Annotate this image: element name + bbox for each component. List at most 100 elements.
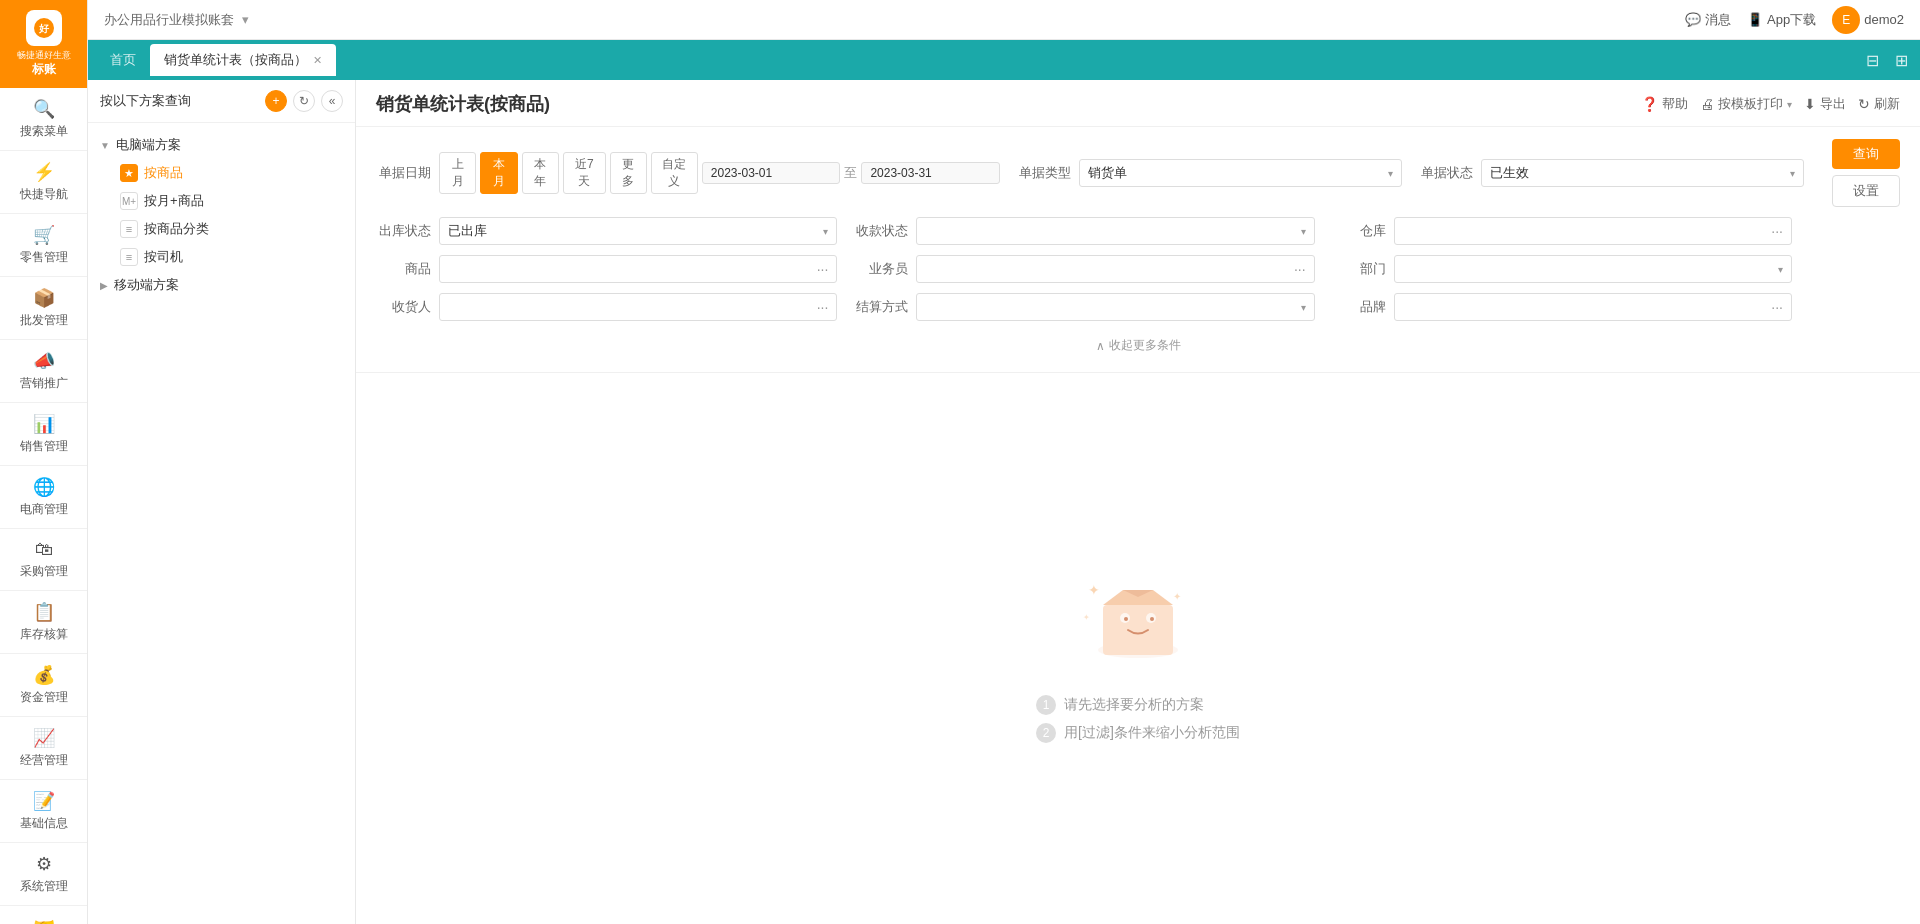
date-btn-this-month[interactable]: 本月 [480, 152, 517, 194]
warehouse-input[interactable]: ··· [1394, 217, 1792, 245]
settle-arrow [1301, 302, 1306, 313]
tab-maximize-btn[interactable]: ⊞ [1891, 47, 1912, 74]
recipient-dots[interactable]: ··· [817, 299, 829, 315]
collapse-up-icon: ∧ [1096, 339, 1105, 353]
scheme-icon-by-month-goods: M+ [120, 192, 138, 210]
sidebar-item-inventory[interactable]: 📋 库存核算 [0, 591, 87, 654]
recipient-input[interactable]: ··· [439, 293, 837, 321]
user-profile[interactable]: E demo2 [1832, 6, 1904, 34]
svg-text:✦: ✦ [1083, 613, 1090, 622]
help-btn[interactable]: ❓ 帮助 [1641, 95, 1688, 113]
hint-num-2: 2 [1036, 723, 1056, 743]
salesperson-input[interactable]: ··· [916, 255, 1314, 283]
print-icon: 🖨 [1700, 96, 1714, 112]
tab-close-icon[interactable]: ✕ [313, 54, 322, 67]
refresh-icon: ↻ [1858, 96, 1870, 112]
sidebar-item-wholesale[interactable]: 📦 批发管理 [0, 277, 87, 340]
tree-node-pc[interactable]: ▼ 电脑端方案 [88, 131, 355, 159]
brand-dots[interactable]: ··· [1771, 299, 1783, 315]
date-to-input[interactable] [861, 162, 1000, 184]
tab-sales-stats[interactable]: 销货单统计表（按商品） ✕ [150, 44, 336, 76]
collect-status-select[interactable] [916, 217, 1314, 245]
date-separator: 至 [844, 164, 857, 182]
sidebar-item-marketing[interactable]: 📣 营销推广 [0, 340, 87, 403]
filter-out-status: 出库状态 已出库 [376, 217, 837, 245]
tab-restore-btn[interactable]: ⊟ [1862, 47, 1883, 74]
dept-select[interactable] [1394, 255, 1792, 283]
filter-doc-type: 单据类型 销货单 [1016, 159, 1402, 187]
app-download-btn[interactable]: 📱 App下载 [1747, 11, 1816, 29]
page-header: 销货单统计表(按商品) ❓ 帮助 🖨 按模板打印 ▾ ⬇ 导出 [356, 80, 1920, 127]
doc-status-select[interactable]: 已生效 [1481, 159, 1804, 187]
dept-arrow [1778, 264, 1783, 275]
sidebar-item-search[interactable]: 🔍 搜索菜单 [0, 88, 87, 151]
collapse-panel-btn[interactable]: « [321, 90, 343, 112]
warehouse-label: 仓库 [1331, 222, 1386, 240]
date-label: 单据日期 [376, 164, 431, 182]
date-range-control: 上月 本月 本年 近7天 更多 自定义 至 [439, 152, 1000, 194]
settings-btn[interactable]: 设置 [1832, 175, 1900, 207]
date-btn-last-month[interactable]: 上月 [439, 152, 476, 194]
refresh-scheme-btn[interactable]: ↻ [293, 90, 315, 112]
date-btn-this-year[interactable]: 本年 [522, 152, 559, 194]
print-btn[interactable]: 🖨 按模板打印 ▾ [1700, 95, 1792, 113]
workspace-label: 办公用品行业模拟账套 [104, 11, 234, 29]
refresh-btn[interactable]: ↻ 刷新 [1858, 95, 1900, 113]
salesperson-dots[interactable]: ··· [1294, 261, 1306, 277]
sidebar-item-basic[interactable]: 📝 基础信息 [0, 780, 87, 843]
brand-input[interactable]: ··· [1394, 293, 1792, 321]
filter-warehouse: 仓库 ··· [1331, 217, 1792, 245]
out-status-label: 出库状态 [376, 222, 431, 240]
date-from-input[interactable] [702, 162, 841, 184]
date-btn-custom[interactable]: 自定义 [651, 152, 698, 194]
doc-status-label: 单据状态 [1418, 164, 1473, 182]
filter-goods: 商品 ··· [376, 255, 837, 283]
filter-settle: 结算方式 [853, 293, 1314, 321]
sidebar-item-system[interactable]: ⚙ 系统管理 [0, 843, 87, 906]
goods-dots[interactable]: ··· [817, 261, 829, 277]
sidebar-item-purchase[interactable]: 🛍 采购管理 [0, 529, 87, 591]
tree-node-mobile[interactable]: ▶ 移动端方案 [88, 271, 355, 299]
sidebar-item-operation[interactable]: 📈 经营管理 [0, 717, 87, 780]
message-btn[interactable]: 💬 消息 [1685, 11, 1731, 29]
tab-home[interactable]: 首页 [96, 44, 150, 76]
tree-child-by-category[interactable]: ≡ 按商品分类 [108, 215, 355, 243]
filter-row-3: 商品 ··· 业务员 ··· 部门 [376, 255, 1900, 283]
svg-point-6 [1124, 617, 1128, 621]
tree-child-by-cashier[interactable]: ≡ 按司机 [108, 243, 355, 271]
svg-text:✦: ✦ [1088, 582, 1100, 598]
sidebar-item-sales[interactable]: 📊 销售管理 [0, 403, 87, 466]
export-btn[interactable]: ⬇ 导出 [1804, 95, 1846, 113]
filter-recipient: 收货人 ··· [376, 293, 837, 321]
date-btn-7days[interactable]: 近7天 [563, 152, 606, 194]
recipient-label: 收货人 [376, 298, 431, 316]
sidebar-item-cooperation[interactable]: 🤝 企业协同 [0, 906, 87, 924]
doc-status-arrow [1790, 168, 1795, 179]
warehouse-dots[interactable]: ··· [1771, 223, 1783, 239]
scheme-label-by-category: 按商品分类 [144, 220, 209, 238]
out-status-value: 已出库 [448, 222, 487, 240]
doc-type-select[interactable]: 销货单 [1079, 159, 1402, 187]
filter-dept: 部门 [1331, 255, 1792, 283]
tree-expand-mobile: ▶ [100, 280, 108, 291]
empty-hints: 1 请先选择要分析的方案 2 用[过滤]条件来缩小分析范围 [1036, 695, 1240, 743]
sidebar-item-finance[interactable]: 💰 资金管理 [0, 654, 87, 717]
settle-select[interactable] [916, 293, 1314, 321]
out-status-arrow [823, 226, 828, 237]
sidebar-item-ecommerce[interactable]: 🌐 电商管理 [0, 466, 87, 529]
sidebar-item-retail[interactable]: 🛒 零售管理 [0, 214, 87, 277]
out-status-select[interactable]: 已出库 [439, 217, 837, 245]
workspace-dropdown-icon[interactable]: ▾ [242, 12, 249, 27]
filter-collect-status: 收款状态 [853, 217, 1314, 245]
goods-input[interactable]: ··· [439, 255, 837, 283]
query-btn[interactable]: 查询 [1832, 139, 1900, 169]
sidebar-logo[interactable]: 好 畅捷通好生意 标账 [0, 0, 87, 88]
sidebar-item-quick-nav[interactable]: ⚡ 快捷导航 [0, 151, 87, 214]
collapse-bar[interactable]: ∧ 收起更多条件 [376, 331, 1900, 360]
add-scheme-btn[interactable]: + [265, 90, 287, 112]
date-btn-more[interactable]: 更多 [610, 152, 647, 194]
tree-child-by-month-goods[interactable]: M+ 按月+商品 [108, 187, 355, 215]
filter-date: 单据日期 上月 本月 本年 近7天 更多 自定义 至 [376, 152, 1000, 194]
doc-status-value: 已生效 [1490, 164, 1529, 182]
tree-child-by-goods[interactable]: ★ 按商品 [108, 159, 355, 187]
